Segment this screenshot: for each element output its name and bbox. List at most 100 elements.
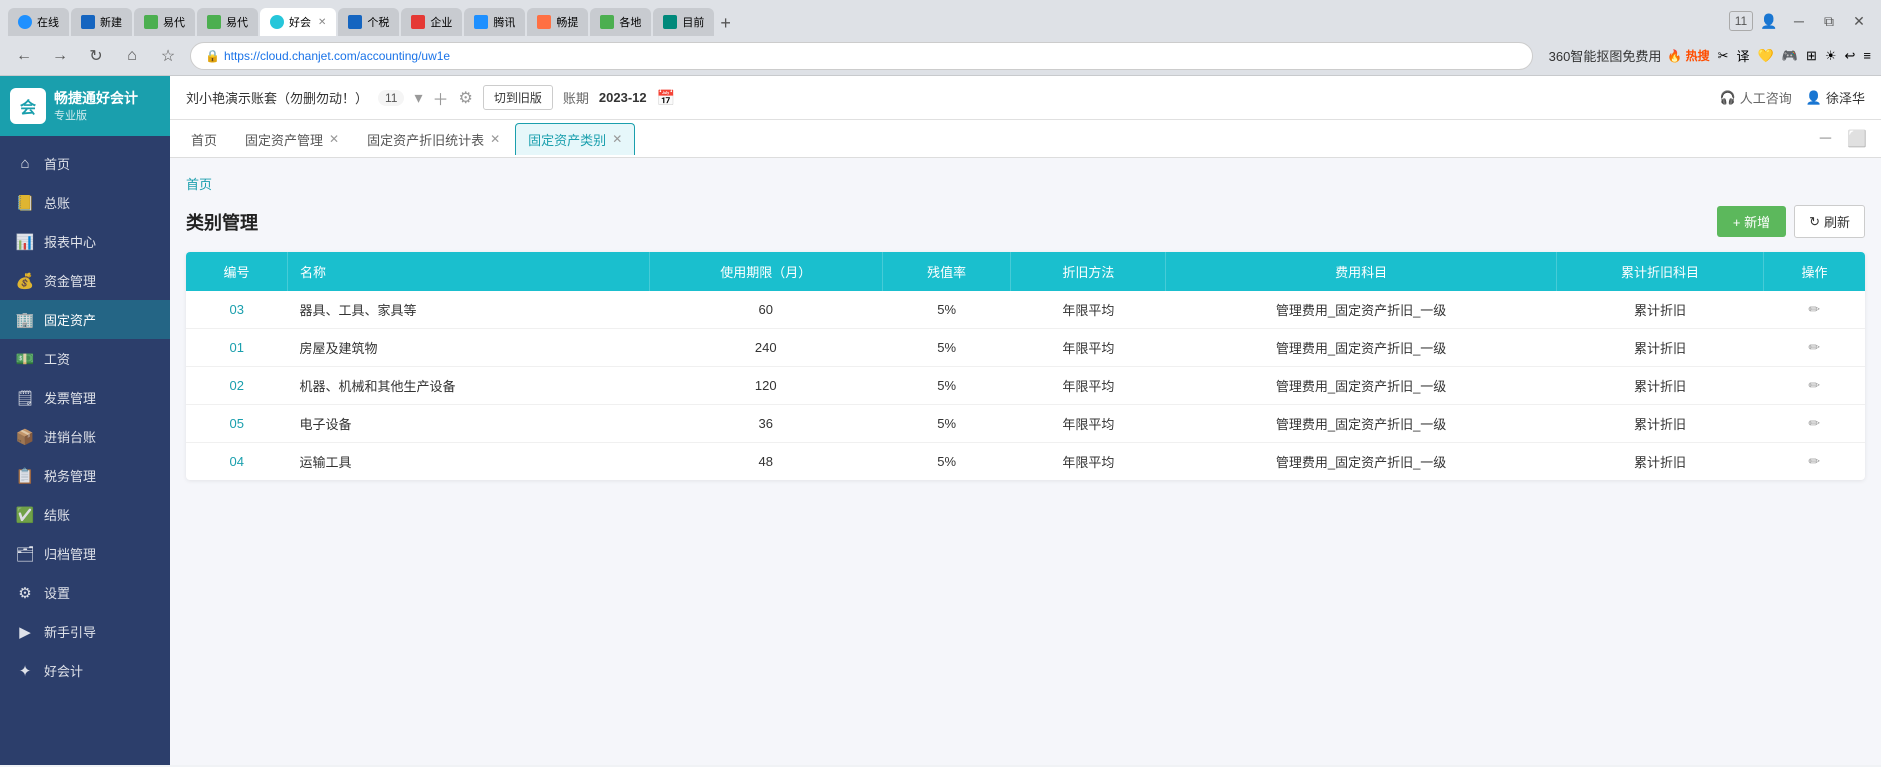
tab-maximize-button[interactable]: ⬜ [1841, 127, 1873, 151]
browser-tab-muqian[interactable]: 目前 [653, 8, 714, 36]
app-tab-home[interactable]: 首页 [178, 123, 230, 155]
row-method-0: 年限平均 [1011, 291, 1166, 329]
row-expense-2: 管理费用_固定资产折旧_一级 [1166, 367, 1557, 405]
sidebar-item-fixed-asset[interactable]: 🏢 固定资产 [0, 300, 170, 339]
sidebar-item-payroll[interactable]: 💵 工资 [0, 339, 170, 378]
row-code-4[interactable]: 04 [186, 443, 288, 481]
browser-tab-tencent[interactable]: 腾讯 [464, 8, 525, 36]
row-code-2[interactable]: 02 [186, 367, 288, 405]
sidebar-item-home[interactable]: ⌂ 首页 [0, 144, 170, 183]
wallet-icon[interactable]: 💛 [1758, 48, 1774, 64]
browser-tab-changte[interactable]: 畅提 [527, 8, 588, 36]
home-button[interactable]: ⌂ [118, 42, 146, 70]
row-code-3[interactable]: 05 [186, 405, 288, 443]
calendar-icon[interactable]: 📅 [657, 89, 676, 107]
breadcrumb-home[interactable]: 首页 [186, 174, 212, 193]
sidebar-item-stock[interactable]: 📦 进销台账 [0, 417, 170, 456]
refresh-button[interactable]: ↻ 刷新 [1794, 205, 1865, 238]
dropdown-arrow-icon[interactable]: ▾ [414, 88, 422, 108]
browser-tab-gedi[interactable]: 各地 [590, 8, 651, 36]
table-row: 05 电子设备 36 5% 年限平均 管理费用_固定资产折旧_一级 累计折旧 ✏ [186, 405, 1865, 443]
sidebar-label-report: 报表中心 [44, 232, 96, 251]
row-name-1: 房屋及建筑物 [288, 329, 650, 367]
sidebar-item-extra[interactable]: ✦ 好会计 [0, 651, 170, 690]
edit-icon-4[interactable]: ✏ [1808, 453, 1820, 469]
translate-icon[interactable]: 译 [1737, 46, 1750, 65]
category-table: 编号 名称 使用期限（月） 残值率 折旧方法 费用科目 累计折旧科目 操作 03… [186, 252, 1865, 480]
tab-close-haokuai[interactable]: ✕ [318, 17, 326, 28]
sidebar-item-tax[interactable]: 📋 税务管理 [0, 456, 170, 495]
scissors-icon[interactable]: ✂ [1718, 48, 1729, 64]
edit-icon-2[interactable]: ✏ [1808, 377, 1820, 393]
sidebar-item-settings[interactable]: ⚙ 设置 [0, 573, 170, 612]
tab-label-haokuai: 好会 [289, 14, 311, 30]
browser-tab-yidai2[interactable]: 易代 [197, 8, 258, 36]
user-profile-button[interactable]: 👤 徐泽华 [1806, 88, 1865, 107]
add-account-icon[interactable]: ＋ [433, 86, 449, 110]
minimize-button[interactable]: ─ [1785, 10, 1813, 32]
game-icon[interactable]: 🎮 [1782, 48, 1798, 64]
brightness-icon[interactable]: ☀ [1825, 48, 1837, 64]
reload-button[interactable]: ↻ [82, 42, 110, 70]
row-action-3: ✏ [1763, 405, 1865, 443]
action-buttons: + 新增 ↻ 刷新 [1717, 205, 1865, 238]
tab-close-fixed-asset-mgmt[interactable]: ✕ [329, 132, 339, 146]
app-tab-fixed-asset-mgmt[interactable]: 固定资产管理 ✕ [232, 123, 352, 155]
sidebar-item-report[interactable]: 📊 报表中心 [0, 222, 170, 261]
tab-favicon-changte [537, 15, 551, 29]
sidebar-item-ledger[interactable]: 📒 总账 [0, 183, 170, 222]
menu-icon[interactable]: ≡ [1863, 48, 1871, 63]
app-tab-asset-category[interactable]: 固定资产类别 ✕ [515, 123, 635, 155]
bookmark-button[interactable]: ☆ [154, 42, 182, 70]
address-bar-row: ← → ↻ ⌂ ☆ 🔒 https://cloud.chanjet.com/ac… [0, 36, 1881, 76]
tab-label-muqian: 目前 [682, 14, 704, 30]
row-accumulated-1: 累计折旧 [1556, 329, 1763, 367]
row-method-4: 年限平均 [1011, 443, 1166, 481]
restore-button[interactable]: ⧉ [1815, 10, 1843, 32]
browser-tab-xinjian[interactable]: 新建 [71, 8, 132, 36]
edit-icon-1[interactable]: ✏ [1808, 339, 1820, 355]
tab-label-getax: 个税 [367, 14, 389, 30]
row-code-0[interactable]: 03 [186, 291, 288, 329]
col-header-code: 编号 [186, 252, 288, 291]
tab-close-depreciation-table[interactable]: ✕ [490, 132, 500, 146]
user-info: 刘小艳演示账套（勿删勿动！） [186, 88, 368, 107]
grid-icon[interactable]: ⊞ [1806, 48, 1817, 64]
url-bar[interactable]: 🔒 https://cloud.chanjet.com/accounting/u… [190, 42, 1533, 70]
app-tab-depreciation-table[interactable]: 固定资产折旧统计表 ✕ [354, 123, 513, 155]
close-window-button[interactable]: ✕ [1845, 10, 1873, 32]
undo-icon[interactable]: ↩ [1845, 48, 1856, 64]
settings-cog-icon[interactable]: ⚙ [459, 88, 473, 108]
edit-icon-3[interactable]: ✏ [1808, 415, 1820, 431]
tab-label-tencent: 腾讯 [493, 14, 515, 30]
tab-close-asset-category[interactable]: ✕ [612, 132, 622, 146]
row-method-1: 年限平均 [1011, 329, 1166, 367]
header-right-area: 🎧 人工咨询 👤 徐泽华 [1720, 88, 1865, 107]
new-tab-button[interactable]: + [716, 13, 735, 34]
browser-tab-qiye[interactable]: 企业 [401, 8, 462, 36]
switch-old-version-button[interactable]: 切到旧版 [483, 85, 553, 110]
browser-tab-getax[interactable]: 个税 [338, 8, 399, 36]
browser-tab-zaixin[interactable]: 在线 [8, 8, 69, 36]
table-row: 01 房屋及建筑物 240 5% 年限平均 管理费用_固定资产折旧_一级 累计折… [186, 329, 1865, 367]
sidebar-item-fund[interactable]: 💰 资金管理 [0, 261, 170, 300]
sidebar: 会 畅捷通好会计 专业版 ⌂ 首页 📒 总账 📊 报表中心 💰 资金管理 [0, 76, 170, 765]
archive-icon: 🗂 [16, 545, 34, 563]
add-button[interactable]: + 新增 [1717, 206, 1786, 237]
back-button[interactable]: ← [10, 42, 38, 70]
stock-icon: 📦 [16, 428, 34, 446]
sidebar-item-checkout[interactable]: ✅ 结账 [0, 495, 170, 534]
browser-tab-yidai1[interactable]: 易代 [134, 8, 195, 36]
sidebar-item-guide[interactable]: ▶ 新手引导 [0, 612, 170, 651]
sidebar-item-archive[interactable]: 🗂 归档管理 [0, 534, 170, 573]
report-icon: 📊 [16, 233, 34, 251]
sidebar-item-invoice[interactable]: 🗒 发票管理 [0, 378, 170, 417]
app-layout: 会 畅捷通好会计 专业版 ⌂ 首页 📒 总账 📊 报表中心 💰 资金管理 [0, 76, 1881, 765]
profile-icon[interactable]: 👤 [1755, 10, 1783, 32]
consult-button[interactable]: 🎧 人工咨询 [1720, 88, 1792, 107]
forward-button[interactable]: → [46, 42, 74, 70]
browser-tab-haokuai[interactable]: 好会 ✕ [260, 8, 336, 36]
edit-icon-0[interactable]: ✏ [1808, 301, 1820, 317]
row-code-1[interactable]: 01 [186, 329, 288, 367]
tab-minimize-button[interactable]: ─ [1814, 128, 1837, 150]
